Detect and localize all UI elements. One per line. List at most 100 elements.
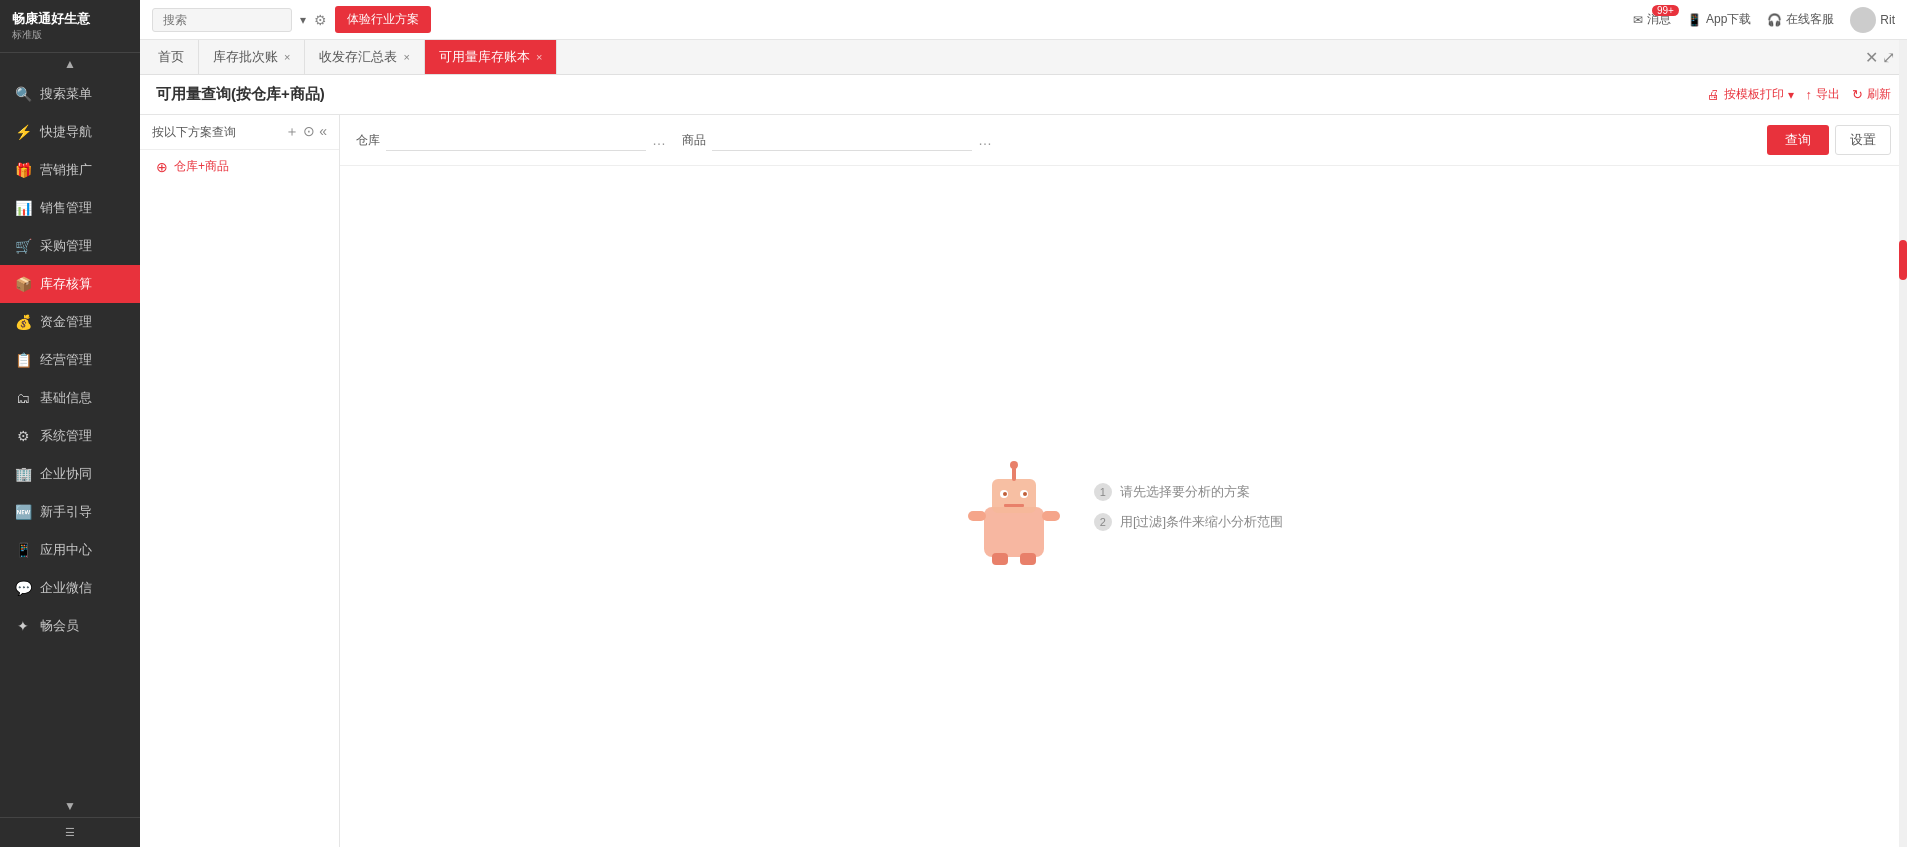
sidebar-item-marketing[interactable]: 🎁营销推广 bbox=[0, 151, 140, 189]
content-area: 按以下方案查询 ＋ ⊙ « ⊕仓库+商品 仓库 … 商品 bbox=[140, 115, 1907, 847]
sidebar-bottom: ☰ bbox=[0, 817, 140, 847]
scheme-panel: 按以下方案查询 ＋ ⊙ « ⊕仓库+商品 bbox=[140, 115, 340, 847]
refresh-btn[interactable]: ↻ 刷新 bbox=[1852, 86, 1891, 103]
svg-rect-8 bbox=[1004, 504, 1024, 507]
collapse-icon[interactable]: « bbox=[319, 123, 327, 141]
print-label: 按模板打印 bbox=[1724, 86, 1784, 103]
tab-label-available: 可用量库存账本 bbox=[439, 48, 530, 66]
sidebar: 畅康通好生意 标准版 ▲ 🔍搜索菜单⚡快捷导航🎁营销推广📊销售管理🛒采购管理📦库… bbox=[0, 0, 140, 847]
scheme-item-warehouse-goods[interactable]: ⊕仓库+商品 bbox=[140, 150, 339, 183]
warehouse-label: 仓库 bbox=[356, 132, 380, 149]
sidebar-item-system[interactable]: ⚙系统管理 bbox=[0, 417, 140, 455]
wechat-icon: 💬 bbox=[14, 580, 32, 596]
print-dropdown-icon[interactable]: ▾ bbox=[1788, 88, 1794, 102]
sidebar-item-label: 系统管理 bbox=[40, 427, 92, 445]
empty-tips: 1 请先选择要分析的方案 2 用[过滤]条件来缩小分析范围 bbox=[1094, 483, 1283, 531]
svg-point-3 bbox=[1010, 461, 1018, 469]
export-icon: ↑ bbox=[1806, 87, 1813, 102]
setting-button[interactable]: 设置 bbox=[1835, 125, 1891, 155]
robot-svg bbox=[964, 457, 1064, 567]
warehouse-field: 仓库 … bbox=[356, 130, 666, 151]
sidebar-item-purchase[interactable]: 🛒采购管理 bbox=[0, 227, 140, 265]
query-button[interactable]: 查询 bbox=[1767, 125, 1829, 155]
close-tab-btn[interactable]: ✕ bbox=[1865, 48, 1878, 67]
filter-area: 仓库 … 商品 … 查询 设置 bbox=[340, 115, 1907, 847]
warehouse-input[interactable] bbox=[386, 130, 646, 151]
tab-close-batch[interactable]: × bbox=[284, 51, 290, 63]
right-scrollbar[interactable] bbox=[1899, 40, 1907, 847]
sidebar-item-corp[interactable]: 🏢 企业协同 bbox=[0, 455, 140, 493]
sidebar-scroll-down[interactable]: ▼ bbox=[0, 795, 140, 817]
tab-close-summary[interactable]: × bbox=[403, 51, 409, 63]
message-badge: 99+ bbox=[1652, 5, 1679, 16]
app-title: 畅康通好生意 bbox=[12, 10, 128, 28]
user-avatar[interactable]: Rit bbox=[1850, 7, 1895, 33]
gear-icon[interactable]: ⚙ bbox=[314, 12, 327, 28]
sidebar-nav: 🔍搜索菜单⚡快捷导航🎁营销推广📊销售管理🛒采购管理📦库存核算💰资金管理📋经营管理… bbox=[0, 75, 140, 795]
inventory-icon: 📦 bbox=[14, 276, 32, 292]
sidebar-item-sales[interactable]: 📊销售管理 bbox=[0, 189, 140, 227]
main-area: ▾ ⚙ 体验行业方案 ✉ 消息 99+ 📱 App下载 🎧 在线客服 Rit bbox=[140, 0, 1907, 847]
expand-tab-btn[interactable]: ⤢ bbox=[1882, 48, 1895, 67]
user-name: Rit bbox=[1880, 13, 1895, 27]
headset-icon: 🎧 bbox=[1767, 13, 1782, 27]
dropdown-icon[interactable]: ▾ bbox=[300, 13, 306, 27]
add-scheme-icon[interactable]: ＋ bbox=[285, 123, 299, 141]
app-download-label: App下载 bbox=[1706, 11, 1751, 28]
member-icon: ✦ bbox=[14, 618, 32, 634]
tabs-bar: 首页库存批次账×收发存汇总表× 可用量库存账本 × ✕ ⤢ bbox=[140, 40, 1907, 75]
sidebar-item-guide[interactable]: 🆕新手引导 bbox=[0, 493, 140, 531]
scheme-header-actions: ＋ ⊙ « bbox=[285, 123, 327, 141]
sidebar-item-label: 企业协同 bbox=[40, 465, 92, 483]
industry-btn[interactable]: 体验行业方案 bbox=[335, 6, 431, 33]
tip-1: 1 请先选择要分析的方案 bbox=[1094, 483, 1283, 501]
setting-scheme-icon[interactable]: ⊙ bbox=[303, 123, 315, 141]
sidebar-item-search[interactable]: 🔍搜索菜单 bbox=[0, 75, 140, 113]
sales-icon: 📊 bbox=[14, 200, 32, 216]
svg-rect-12 bbox=[1020, 553, 1036, 565]
tip-num-1: 1 bbox=[1094, 483, 1112, 501]
app-logo: 畅康通好生意 标准版 bbox=[0, 0, 140, 53]
app-version: 标准版 bbox=[12, 28, 128, 42]
tab-close-available[interactable]: × bbox=[536, 51, 542, 63]
corp-icon: 🏢 bbox=[14, 466, 32, 482]
sidebar-bottom-icon: ☰ bbox=[65, 826, 75, 838]
goods-input[interactable] bbox=[712, 130, 972, 151]
print-btn[interactable]: 🖨 按模板打印 ▾ bbox=[1707, 86, 1794, 103]
print-icon: 🖨 bbox=[1707, 87, 1720, 102]
sidebar-scroll-up[interactable]: ▲ bbox=[0, 53, 140, 75]
goods-field: 商品 … bbox=[682, 130, 992, 151]
message-btn[interactable]: ✉ 消息 99+ bbox=[1633, 11, 1671, 28]
svg-point-7 bbox=[1023, 492, 1027, 496]
sidebar-item-label: 搜索菜单 bbox=[40, 85, 92, 103]
online-service-btn[interactable]: 🎧 在线客服 bbox=[1767, 11, 1834, 28]
sidebar-item-operation[interactable]: 📋经营管理 bbox=[0, 341, 140, 379]
sidebar-item-basic[interactable]: 🗂基础信息 bbox=[0, 379, 140, 417]
appstore-icon: 📱 bbox=[14, 542, 32, 558]
goods-more-icon[interactable]: … bbox=[978, 132, 992, 148]
tip-text-2: 用[过滤]条件来缩小分析范围 bbox=[1120, 513, 1283, 531]
tab-summary[interactable]: 收发存汇总表× bbox=[305, 40, 424, 74]
svg-rect-11 bbox=[992, 553, 1008, 565]
sidebar-item-finance[interactable]: 💰资金管理 bbox=[0, 303, 140, 341]
sidebar-item-shortcut[interactable]: ⚡快捷导航 bbox=[0, 113, 140, 151]
topbar: ▾ ⚙ 体验行业方案 ✉ 消息 99+ 📱 App下载 🎧 在线客服 Rit bbox=[140, 0, 1907, 40]
app-icon: 📱 bbox=[1687, 13, 1702, 27]
tab-batch[interactable]: 库存批次账× bbox=[199, 40, 305, 74]
sidebar-item-wechat[interactable]: 💬企业微信 bbox=[0, 569, 140, 607]
export-btn[interactable]: ↑ 导出 bbox=[1806, 86, 1841, 103]
tab-home[interactable]: 首页 bbox=[144, 40, 199, 74]
sidebar-item-appstore[interactable]: 📱应用中心 bbox=[0, 531, 140, 569]
export-label: 导出 bbox=[1816, 86, 1840, 103]
tab-available[interactable]: 可用量库存账本 × bbox=[425, 40, 557, 74]
app-download-btn[interactable]: 📱 App下载 bbox=[1687, 11, 1751, 28]
sidebar-item-label: 资金管理 bbox=[40, 313, 92, 331]
svg-rect-9 bbox=[968, 511, 986, 521]
sidebar-item-inventory[interactable]: 📦库存核算 bbox=[0, 265, 140, 303]
warehouse-more-icon[interactable]: … bbox=[652, 132, 666, 148]
tip-num-2: 2 bbox=[1094, 513, 1112, 531]
scrollbar-handle[interactable] bbox=[1899, 240, 1907, 280]
search-input[interactable] bbox=[152, 8, 292, 32]
sidebar-item-member[interactable]: ✦畅会员 bbox=[0, 607, 140, 645]
marketing-icon: 🎁 bbox=[14, 162, 32, 178]
